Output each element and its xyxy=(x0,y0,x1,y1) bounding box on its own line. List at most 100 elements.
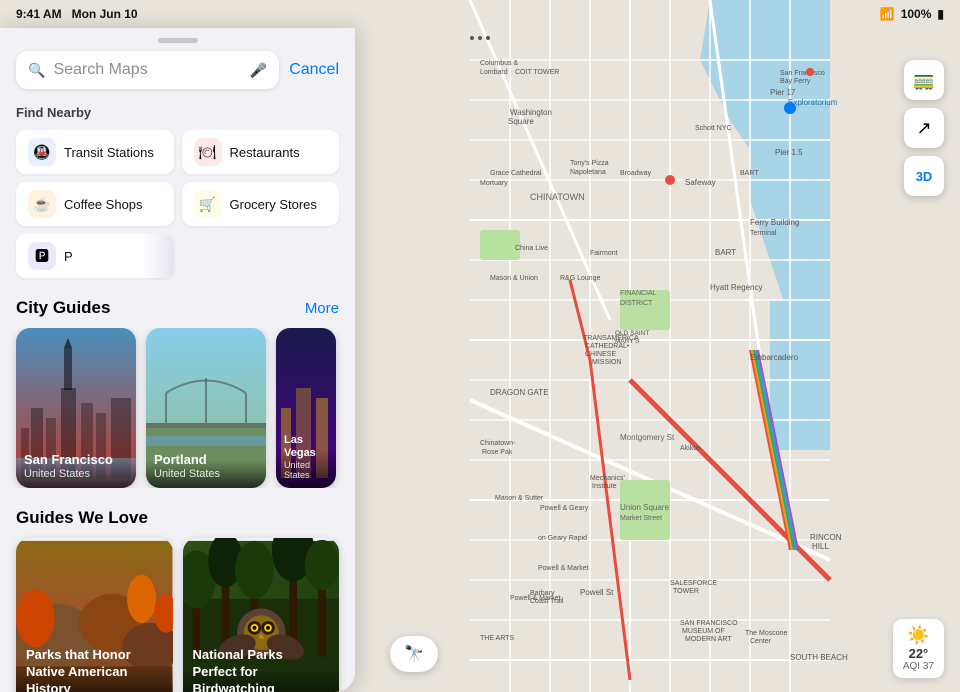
svg-text:Pier 1.5: Pier 1.5 xyxy=(775,148,803,157)
parking-icon: 🅿 xyxy=(28,242,56,270)
svg-text:Columbus &: Columbus & xyxy=(480,60,518,67)
city-guides-scroll: San Francisco United States xyxy=(0,328,355,488)
guide-card-native-american[interactable]: Parks that Honor Native American History xyxy=(16,538,173,692)
svg-text:San Francisco: San Francisco xyxy=(780,70,825,77)
svg-text:COIT TOWER: COIT TOWER xyxy=(515,69,559,76)
sf-country: United States xyxy=(24,468,128,480)
svg-text:DISTRICT: DISTRICT xyxy=(620,300,653,307)
nearby-item-parking[interactable]: 🅿 P xyxy=(16,234,174,278)
svg-text:THE ARTS: THE ARTS xyxy=(480,635,514,642)
svg-text:Lombard: Lombard xyxy=(480,69,508,76)
svg-text:Akikos: Akikos xyxy=(680,445,701,452)
svg-text:Chinatown-: Chinatown- xyxy=(480,440,516,447)
svg-text:BART: BART xyxy=(740,170,759,177)
location-button[interactable]: ↗ xyxy=(904,108,944,148)
svg-text:Institute: Institute xyxy=(592,483,617,490)
svg-text:China Live: China Live xyxy=(515,245,548,252)
nearby-grid: 🚇 Transit Stations 🍽 Restaurants ☕ Coffe… xyxy=(0,130,355,278)
nearby-item-coffee[interactable]: ☕ Coffee Shops xyxy=(16,182,174,226)
svg-text:Hyatt Regency: Hyatt Regency xyxy=(710,283,762,292)
microphone-icon[interactable]: 🎤 xyxy=(250,62,267,79)
svg-text:MISSION: MISSION xyxy=(592,359,622,366)
3d-button[interactable]: 3D xyxy=(904,156,944,196)
svg-text:The Moscone: The Moscone xyxy=(745,630,788,637)
transit-icon: 🚇 xyxy=(28,138,56,166)
native-american-title: Parks that Honor Native American History xyxy=(26,647,163,692)
city-guides-title: City Guides xyxy=(16,298,110,318)
svg-text:Napoletana: Napoletana xyxy=(570,169,606,176)
city-card-portland[interactable]: Portland United States xyxy=(146,328,266,488)
sf-name: San Francisco xyxy=(24,452,128,468)
search-bar-row: 🔍 Search Maps 🎤 Cancel xyxy=(0,51,355,89)
map-controls: 🚃 ↗ 3D xyxy=(904,60,944,196)
svg-text:Broadway: Broadway xyxy=(620,170,652,177)
svg-text:TOWER: TOWER xyxy=(673,588,699,595)
transit-map-icon: 🚃 xyxy=(913,70,935,91)
svg-text:Pier 17: Pier 17 xyxy=(770,88,796,97)
svg-text:HILL: HILL xyxy=(812,542,829,551)
location-arrow-icon: ↗ xyxy=(916,118,931,139)
sf-card-overlay: San Francisco United States xyxy=(16,442,136,488)
lv-name: Las Vegas xyxy=(284,434,328,460)
nearby-item-restaurants[interactable]: 🍽 Restaurants xyxy=(182,130,340,174)
drawer-handle[interactable] xyxy=(158,38,198,43)
svg-text:Mason & Sutter: Mason & Sutter xyxy=(495,495,544,502)
grocery-label: Grocery Stores xyxy=(230,197,317,212)
search-bar[interactable]: 🔍 Search Maps 🎤 xyxy=(16,51,279,89)
transit-button[interactable]: 🚃 xyxy=(904,60,944,100)
svg-text:Powell & Market: Powell & Market xyxy=(538,565,589,572)
context-menu-dots[interactable] xyxy=(470,36,490,40)
svg-text:Ferry Building: Ferry Building xyxy=(750,218,799,227)
svg-text:DRAGON GATE: DRAGON GATE xyxy=(490,388,549,397)
guide-card-birdwatching[interactable]: National Parks Perfect for Birdwatching xyxy=(183,538,340,692)
city-guides-header: City Guides More xyxy=(0,298,355,318)
transit-label: Transit Stations xyxy=(64,145,154,160)
nearby-item-transit[interactable]: 🚇 Transit Stations xyxy=(16,130,174,174)
search-input[interactable]: Search Maps xyxy=(53,61,241,79)
city-guides-more[interactable]: More xyxy=(305,300,339,317)
cancel-button[interactable]: Cancel xyxy=(289,61,339,79)
svg-text:Safeway: Safeway xyxy=(685,178,716,187)
weather-sun-icon: ☀️ xyxy=(907,625,929,646)
svg-text:RINCON: RINCON xyxy=(810,533,842,542)
city-card-las-vegas[interactable]: Las Vegas United States xyxy=(276,328,336,488)
svg-text:Square: Square xyxy=(508,117,534,126)
svg-text:CHINATOWN: CHINATOWN xyxy=(530,192,585,202)
portland-name: Portland xyxy=(154,452,258,468)
guides-we-love-title: Guides We Love xyxy=(16,508,148,528)
find-nearby-label: Find Nearby xyxy=(0,105,355,120)
guides-grid: Parks that Honor Native American History xyxy=(0,538,355,692)
svg-text:Washington: Washington xyxy=(510,108,552,117)
lv-card-overlay: Las Vegas United States xyxy=(276,424,336,488)
svg-text:SOUTH BEACH: SOUTH BEACH xyxy=(790,653,848,662)
city-card-san-francisco[interactable]: San Francisco United States xyxy=(16,328,136,488)
weather-badge[interactable]: ☀️ 22° AQI 37 xyxy=(893,619,944,678)
parking-label: P xyxy=(64,249,73,264)
svg-text:MUSEUM OF: MUSEUM OF xyxy=(682,628,725,635)
look-around-button[interactable]: 🔭 xyxy=(390,636,438,672)
svg-text:on Geary Rapid: on Geary Rapid xyxy=(538,535,587,542)
weather-temperature: 22° xyxy=(909,646,929,661)
svg-text:Center: Center xyxy=(750,638,772,645)
svg-text:SAN FRANCISCO: SAN FRANCISCO xyxy=(680,620,738,627)
svg-text:Mechanics': Mechanics' xyxy=(590,475,625,482)
svg-text:Powell & Market: Powell & Market xyxy=(510,595,561,602)
3d-label: 3D xyxy=(916,169,933,184)
svg-text:R&G Lounge: R&G Lounge xyxy=(560,275,601,282)
svg-text:Union Square: Union Square xyxy=(620,503,669,512)
coffee-icon: ☕ xyxy=(28,190,56,218)
svg-text:Rose Pak: Rose Pak xyxy=(482,449,513,456)
svg-text:Fairmont: Fairmont xyxy=(590,250,618,257)
restaurants-icon: 🍽 xyxy=(194,138,222,166)
native-american-overlay: Parks that Honor Native American History xyxy=(16,637,173,692)
svg-text:Montgomery St: Montgomery St xyxy=(620,433,675,442)
svg-text:Grace Cathedral: Grace Cathedral xyxy=(490,170,542,177)
search-icon: 🔍 xyxy=(28,62,45,79)
svg-text:Bay Ferry: Bay Ferry xyxy=(780,78,811,85)
svg-text:Powell St: Powell St xyxy=(580,588,614,597)
search-drawer: 🔍 Search Maps 🎤 Cancel Find Nearby 🚇 Tra… xyxy=(0,28,355,692)
svg-text:TRANSAMERICA: TRANSAMERICA xyxy=(583,335,639,342)
svg-text:Schott NYC: Schott NYC xyxy=(695,125,732,132)
portland-card-overlay: Portland United States xyxy=(146,442,266,488)
nearby-item-grocery[interactable]: 🛒 Grocery Stores xyxy=(182,182,340,226)
